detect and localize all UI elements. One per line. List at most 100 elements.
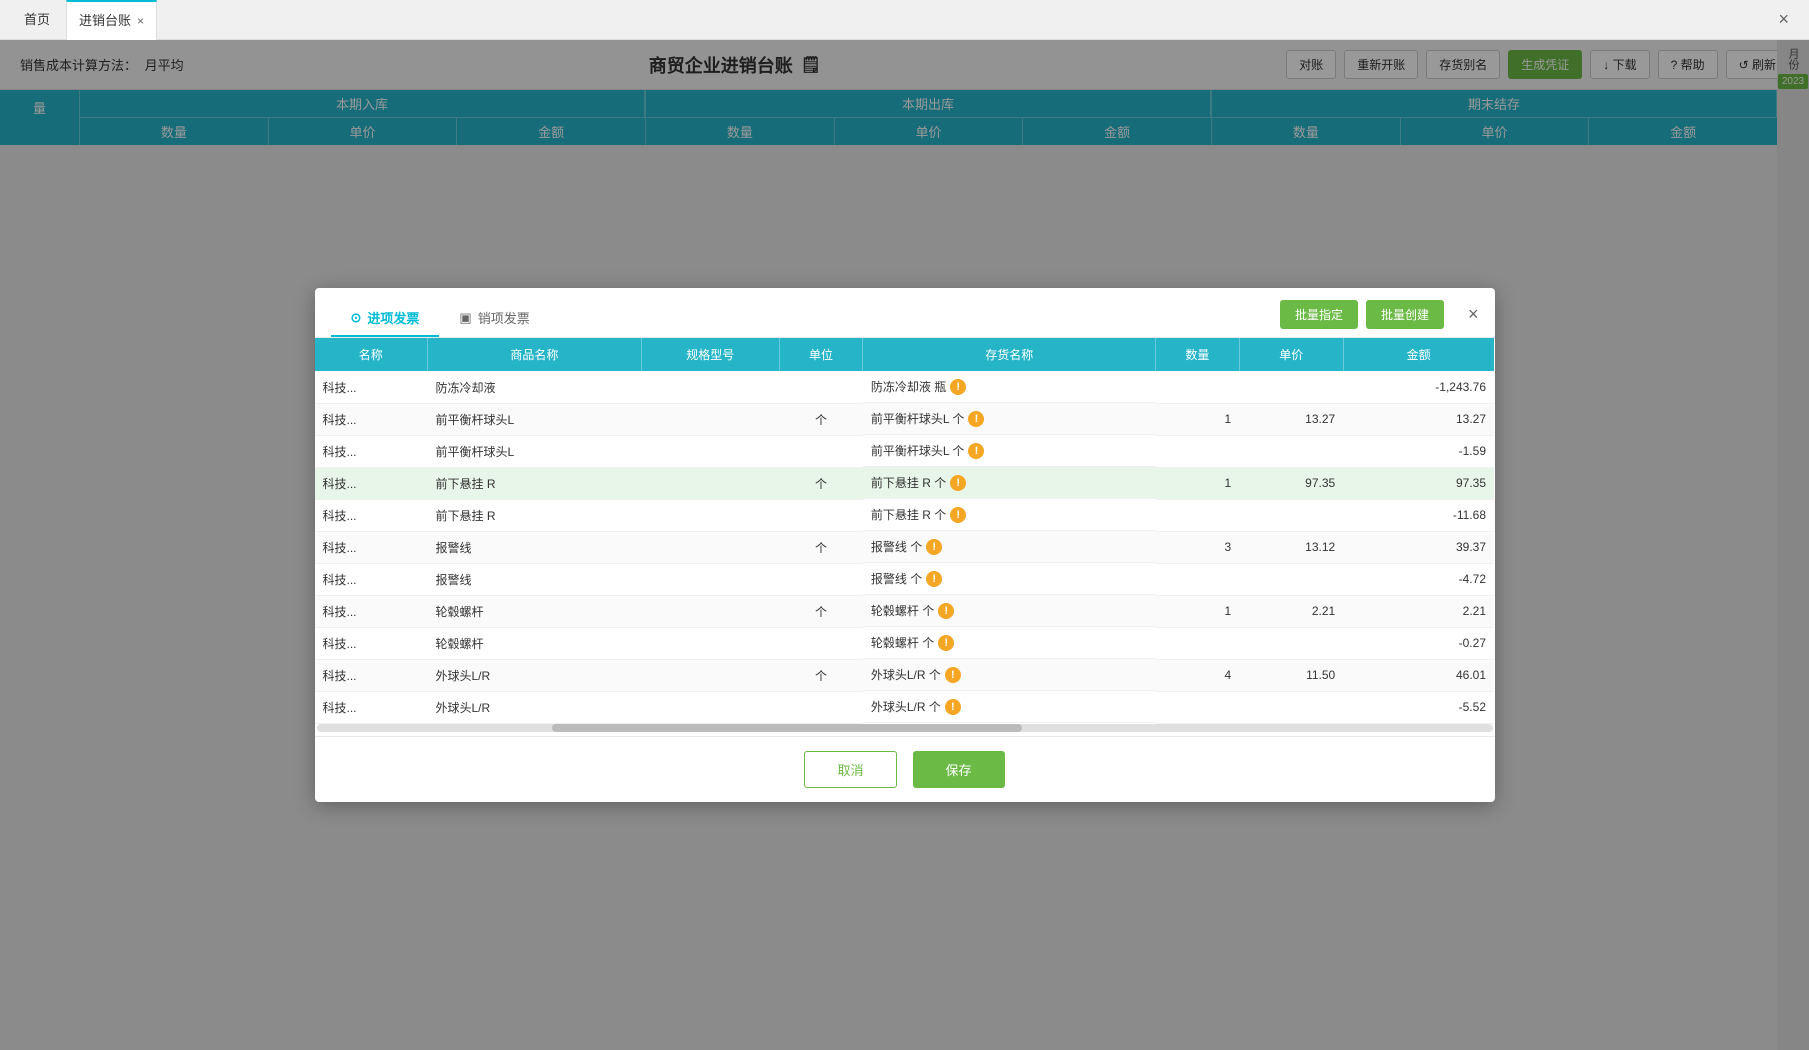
window-close-button[interactable]: ×	[1766, 9, 1801, 30]
table-row: 科技...防冻冷却液防冻冷却液 瓶!-1,243.76	[315, 371, 1495, 403]
table-cell	[1156, 435, 1240, 467]
tab-outgoing-invoice[interactable]: ▣ 销项发票	[439, 300, 549, 337]
warning-icon: !	[950, 507, 966, 523]
th-spec: 规格型号	[641, 338, 779, 371]
table-row: 科技...前下悬挂 R个前下悬挂 R 个!197.3597.35	[315, 467, 1495, 499]
modal-header: ⊙ 进项发票 ▣ 销项发票 批量指定 批量创建 ×	[315, 288, 1495, 338]
th-inventory: 存货名称	[863, 338, 1156, 371]
tab-active[interactable]: 进销台账 ×	[66, 0, 157, 40]
table-cell	[641, 531, 779, 563]
table-cell: 1	[1156, 595, 1240, 627]
table-cell: 13.27	[1343, 403, 1494, 435]
warning-icon: !	[938, 635, 954, 651]
tab-incoming-invoice[interactable]: ⊙ 进项发票	[331, 300, 440, 337]
table-cell	[641, 563, 779, 595]
warning-icon: !	[968, 411, 984, 427]
cancel-button[interactable]: 取消	[804, 751, 896, 788]
table-cell: 外球头L/R	[427, 659, 641, 691]
table-cell: 2.21	[1343, 595, 1494, 627]
warning-icon: !	[945, 699, 961, 715]
table-cell: 报警线 个!	[863, 531, 1156, 563]
table-cell: 外球头L/R 个!	[863, 659, 1156, 691]
table-cell: 个	[779, 531, 863, 563]
table-cell: 科技...	[315, 435, 428, 467]
table-cell: -0.27	[1343, 627, 1494, 659]
modal-dialog: ⊙ 进项发票 ▣ 销项发票 批量指定 批量创建 ×	[315, 288, 1495, 802]
modal-tabs: ⊙ 进项发票 ▣ 销项发票	[331, 300, 550, 337]
table-cell	[1156, 691, 1240, 723]
horizontal-scrollbar[interactable]	[317, 724, 1493, 732]
table-cell: 个	[779, 467, 863, 499]
table-cell: 个	[779, 403, 863, 435]
table-cell: 外球头L/R	[427, 691, 641, 723]
table-cell	[779, 563, 863, 595]
table-cell: 97.35	[1343, 467, 1494, 499]
table-cell: -4.72	[1343, 563, 1494, 595]
table-cell: 报警线	[427, 563, 641, 595]
table-row: 科技...外球头L/R个外球头L/R 个!411.5046.01	[315, 659, 1495, 691]
modal-overlay: ⊙ 进项发票 ▣ 销项发票 批量指定 批量创建 ×	[0, 40, 1809, 1050]
batch-create-button[interactable]: 批量创建	[1366, 300, 1444, 329]
table-cell	[1156, 563, 1240, 595]
table-cell: -11.68	[1343, 499, 1494, 531]
table-cell: 前下悬挂 R	[427, 467, 641, 499]
table-cell: 科技...	[315, 371, 428, 403]
table-cell: 39.37	[1343, 531, 1494, 563]
table-cell: 1	[1156, 403, 1240, 435]
table-cell: 11.50	[1239, 659, 1343, 691]
table-cell: 防冻冷却液	[427, 371, 641, 403]
batch-assign-button[interactable]: 批量指定	[1280, 300, 1358, 329]
table-cell	[1239, 371, 1343, 403]
table-row: 科技...前平衡杆球头L前平衡杆球头L 个!-1.59	[315, 435, 1495, 467]
warning-icon: !	[938, 603, 954, 619]
table-cell: 前下悬挂 R 个!	[863, 467, 1156, 499]
table-cell: 46.01	[1343, 659, 1494, 691]
tab-close-icon[interactable]: ×	[137, 1, 144, 41]
table-cell: 个	[779, 659, 863, 691]
table-cell: 3	[1156, 531, 1240, 563]
table-cell	[779, 499, 863, 531]
table-cell	[779, 691, 863, 723]
modal-close-button[interactable]: ×	[1468, 304, 1479, 325]
table-row: 科技...前下悬挂 R前下悬挂 R 个!-11.68	[315, 499, 1495, 531]
tab-home[interactable]: 首页	[8, 0, 66, 40]
table-cell: 13.27	[1239, 403, 1343, 435]
table-cell	[641, 659, 779, 691]
th-price: 单价	[1239, 338, 1343, 371]
table-row: 科技...轮毂螺杆轮毂螺杆 个!-0.27	[315, 627, 1495, 659]
table-cell: 97.35	[1239, 467, 1343, 499]
table-cell	[641, 595, 779, 627]
table-cell	[641, 403, 779, 435]
table-cell	[641, 435, 779, 467]
warning-icon: !	[926, 571, 942, 587]
table-cell	[779, 435, 863, 467]
table-row: 科技...外球头L/R外球头L/R 个!-5.52	[315, 691, 1495, 723]
table-row: 科技...轮毂螺杆个轮毂螺杆 个!12.212.21	[315, 595, 1495, 627]
table-cell	[641, 499, 779, 531]
invoice-table: 名称 商品名称 规格型号 单位 存货名称 数量 单价 金额 科技...防冻冷却液…	[315, 338, 1495, 724]
table-cell: 科技...	[315, 499, 428, 531]
modal-footer: 取消 保存	[315, 736, 1495, 802]
table-cell: 2.21	[1239, 595, 1343, 627]
table-cell: 前平衡杆球头L	[427, 435, 641, 467]
table-cell	[641, 467, 779, 499]
main-area: 销售成本计算方法： 月平均 商贸企业进销台账 🗒 对账 重新开账 存货别名 生成…	[0, 40, 1809, 1050]
table-cell	[1156, 499, 1240, 531]
table-cell: -5.52	[1343, 691, 1494, 723]
th-amount: 金额	[1343, 338, 1494, 371]
table-cell	[779, 627, 863, 659]
scrollbar-thumb[interactable]	[552, 724, 1022, 732]
warning-icon: !	[950, 379, 966, 395]
th-product: 商品名称	[427, 338, 641, 371]
table-cell	[641, 371, 779, 403]
save-button[interactable]: 保存	[913, 751, 1005, 788]
table-cell	[1239, 435, 1343, 467]
table-cell: 科技...	[315, 403, 428, 435]
outgoing-icon: ▣	[459, 310, 471, 326]
table-cell	[641, 627, 779, 659]
table-cell	[641, 691, 779, 723]
table-cell	[1239, 563, 1343, 595]
warning-icon: !	[945, 667, 961, 683]
table-cell: 科技...	[315, 563, 428, 595]
table-cell: 报警线	[427, 531, 641, 563]
